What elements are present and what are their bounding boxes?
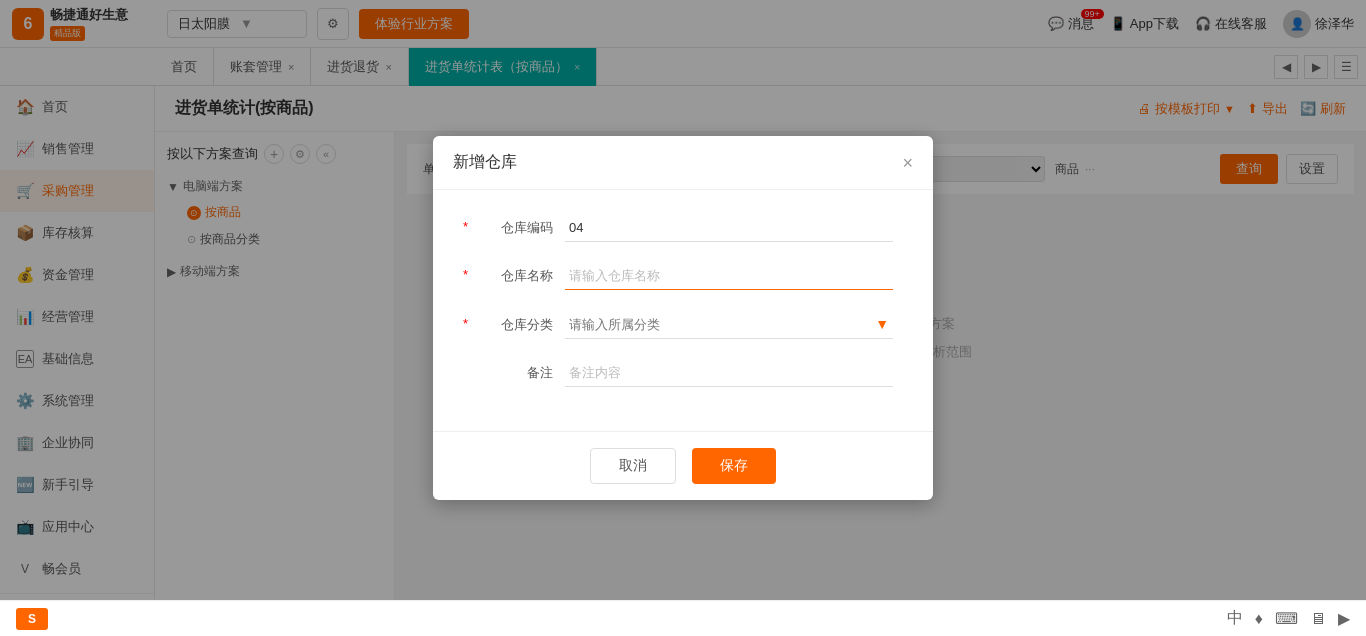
modal-add-warehouse: 新增仓库 × 仓库编码 仓库名称 仓库分类 ▼	[433, 136, 933, 500]
lang-icon[interactable]: 中	[1227, 608, 1243, 629]
bottom-bar: S 中 ♦ ⌨ 🖥 ▶	[0, 600, 1366, 636]
category-input[interactable]	[569, 317, 875, 332]
form-row-code: 仓库编码	[473, 214, 893, 242]
modal-footer: 取消 保存	[433, 431, 933, 500]
modal-header: 新增仓库 ×	[433, 136, 933, 190]
note-input[interactable]	[565, 359, 893, 387]
form-row-name: 仓库名称	[473, 262, 893, 290]
modal-title: 新增仓库	[453, 152, 517, 173]
bottom-logo: S	[16, 608, 48, 630]
keyboard-icon[interactable]: ⌨	[1275, 609, 1298, 628]
s-logo-badge: S	[16, 608, 48, 630]
save-button[interactable]: 保存	[692, 448, 776, 484]
modal-overlay: 新增仓库 × 仓库编码 仓库名称 仓库分类 ▼	[0, 0, 1366, 636]
category-label: 仓库分类	[473, 316, 553, 334]
code-input[interactable]	[565, 214, 893, 242]
modal-body: 仓库编码 仓库名称 仓库分类 ▼ 备注	[433, 190, 933, 431]
cancel-button[interactable]: 取消	[590, 448, 676, 484]
diamond-icon[interactable]: ♦	[1255, 610, 1263, 628]
form-row-category: 仓库分类 ▼	[473, 310, 893, 339]
play-icon[interactable]: ▶	[1338, 609, 1350, 628]
modal-close-button[interactable]: ×	[902, 154, 913, 172]
monitor-icon[interactable]: 🖥	[1310, 610, 1326, 628]
category-dropdown-icon: ▼	[875, 316, 889, 332]
name-label: 仓库名称	[473, 267, 553, 285]
form-row-note: 备注	[473, 359, 893, 387]
code-label: 仓库编码	[473, 219, 553, 237]
category-select-wrapper[interactable]: ▼	[565, 310, 893, 339]
name-input[interactable]	[565, 262, 893, 290]
note-label: 备注	[473, 364, 553, 382]
